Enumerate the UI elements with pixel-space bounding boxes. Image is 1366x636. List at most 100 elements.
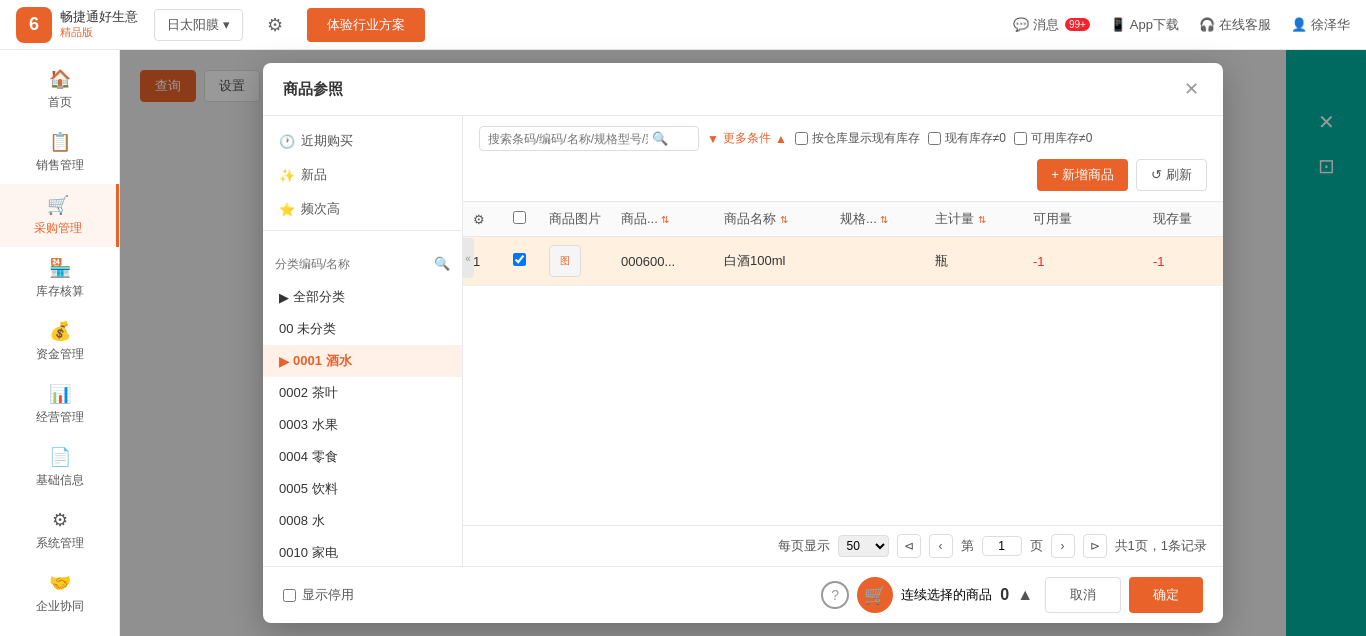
sidebar-item-operations[interactable]: 📊 经营管理 [0, 373, 119, 436]
filter-collapse-icon: ▲ [775, 132, 787, 146]
select-all-checkbox[interactable] [513, 211, 526, 224]
collapse-left-panel-button[interactable]: « [462, 238, 474, 278]
category-liquor[interactable]: ▶ 0001 酒水 [263, 345, 462, 377]
sidebar-item-home[interactable]: 🏠 首页 [0, 58, 119, 121]
logo-text: 畅捷通好生意 精品版 [60, 9, 138, 41]
th-config[interactable]: ⚙ [463, 202, 503, 237]
category-search-icon[interactable]: 🔍 [434, 256, 450, 271]
category-search-input[interactable] [275, 257, 430, 271]
confirm-button[interactable]: 确定 [1129, 577, 1203, 613]
th-name[interactable]: 商品名称 ⇅ [714, 202, 830, 237]
td-row-checkbox[interactable] [503, 237, 539, 286]
sidebar-item-basic-info[interactable]: 📄 基础信息 [0, 436, 119, 499]
th-unit[interactable]: 主计量 ⇅ [925, 202, 1023, 237]
th-code[interactable]: 商品... ⇅ [611, 202, 714, 237]
category-fruit[interactable]: 0003 水果 [263, 409, 462, 441]
sidebar-label-purchase: 采购管理 [34, 220, 82, 237]
operations-icon: 📊 [49, 383, 71, 405]
sort-icon-code: ⇅ [661, 214, 669, 225]
show-disabled-checkbox[interactable] [283, 589, 296, 602]
pagination: 每页显示 50 10 20 100 ⊲ ‹ 第 页 › ⊳ [463, 525, 1223, 566]
category-liquor-label: 0001 酒水 [293, 352, 352, 370]
org-selector[interactable]: 日太阳膜 ▾ [154, 9, 243, 41]
checkbox-current-stock-input[interactable] [928, 132, 941, 145]
page-size-select[interactable]: 50 10 20 100 [838, 535, 889, 557]
cancel-button[interactable]: 取消 [1045, 577, 1121, 613]
sidebar-item-inventory[interactable]: 🏪 库存核算 [0, 247, 119, 310]
checkbox-warehouse-stock[interactable]: 按仓库显示现有库存 [795, 130, 920, 147]
category-snacks[interactable]: 0004 零食 [263, 441, 462, 473]
prev-page-button[interactable]: ‹ [929, 534, 953, 558]
th-checkbox[interactable] [503, 202, 539, 237]
td-unit: 瓶 [925, 237, 1023, 286]
category-appliances-label: 0010 家电 [279, 544, 338, 558]
product-table: ⚙ 商品图片 商品... ⇅ 商品名称 ⇅ [463, 202, 1223, 286]
category-tea[interactable]: 0002 茶叶 [263, 377, 462, 409]
row-checkbox[interactable] [513, 253, 526, 266]
message-nav-item[interactable]: 💬 消息 99+ [1013, 16, 1090, 34]
product-modal: 商品参照 ✕ 🕐 近期购买 ✨ 新品 [263, 63, 1223, 623]
category-drinks[interactable]: 0005 饮料 [263, 473, 462, 505]
category-water[interactable]: 0008 水 [263, 505, 462, 537]
category-uncategorized-label: 00 未分类 [279, 320, 336, 338]
checkbox-warehouse-stock-input[interactable] [795, 132, 808, 145]
sidebar-item-system[interactable]: ⚙ 系统管理 [0, 499, 119, 562]
th-code-label: 商品... [621, 211, 658, 226]
sidebar: 🏠 首页 📋 销售管理 🛒 采购管理 🏪 库存核算 💰 资金管理 📊 经营管理 … [0, 50, 120, 636]
category-all-label: 全部分类 [293, 288, 345, 306]
th-spec[interactable]: 规格... ⇅ [830, 202, 925, 237]
trial-button[interactable]: 体验行业方案 [307, 8, 425, 42]
nav-new-products[interactable]: ✨ 新品 [263, 158, 462, 192]
search-icon[interactable]: 🔍 [652, 131, 668, 146]
category-appliances[interactable]: 0010 家电 [263, 537, 462, 558]
new-products-label: 新品 [301, 166, 327, 184]
refresh-button[interactable]: ↺ 刷新 [1136, 159, 1207, 191]
th-image: 商品图片 [539, 202, 611, 237]
last-page-button[interactable]: ⊳ [1083, 534, 1107, 558]
nav-frequent[interactable]: ⭐ 频次高 [263, 192, 462, 226]
user-item[interactable]: 👤 徐泽华 [1291, 16, 1350, 34]
checkbox-current-stock[interactable]: 现有库存≠0 [928, 130, 1006, 147]
sidebar-label-basic-info: 基础信息 [36, 472, 84, 489]
th-name-label: 商品名称 [724, 211, 776, 226]
cart-button[interactable]: 🛒 [857, 577, 893, 613]
sidebar-item-purchase[interactable]: 🛒 采购管理 [0, 184, 119, 247]
checkbox-available-stock-input[interactable] [1014, 132, 1027, 145]
checkbox-current-stock-label: 现有库存≠0 [945, 130, 1006, 147]
category-fruit-label: 0003 水果 [279, 416, 338, 434]
sort-icon-name: ⇅ [780, 214, 788, 225]
app-download-item[interactable]: 📱 App下载 [1110, 16, 1179, 34]
more-filter-button[interactable]: ▼ 更多条件 ▲ [707, 130, 787, 147]
next-page-button[interactable]: › [1051, 534, 1075, 558]
avatar-icon: 👤 [1291, 17, 1307, 32]
td-available: -1 [1023, 237, 1143, 286]
nav-recent-purchase[interactable]: 🕐 近期购买 [263, 124, 462, 158]
help-button[interactable]: ? [821, 581, 849, 609]
inventory-icon: 🏪 [49, 257, 71, 279]
checkbox-available-stock[interactable]: 可用库存≠0 [1014, 130, 1092, 147]
th-unit-label: 主计量 [935, 211, 974, 226]
sidebar-item-guide[interactable]: 📖 新手引导 [0, 625, 119, 636]
settings-icon[interactable]: ⚙ [259, 9, 291, 41]
org-label: 日太阳膜 [167, 16, 219, 34]
product-search-input[interactable] [488, 132, 648, 146]
category-uncategorized[interactable]: 00 未分类 [263, 313, 462, 345]
cart-collapse-icon[interactable]: ▲ [1017, 586, 1033, 604]
modal-close-button[interactable]: ✕ [1179, 77, 1203, 101]
first-page-button[interactable]: ⊲ [897, 534, 921, 558]
sidebar-label-operations: 经营管理 [36, 409, 84, 426]
category-all[interactable]: ▶ 全部分类 [263, 281, 462, 313]
category-snacks-label: 0004 零食 [279, 448, 338, 466]
sidebar-item-sales[interactable]: 📋 销售管理 [0, 121, 119, 184]
td-code: 000600... [611, 237, 714, 286]
online-service-item[interactable]: 🎧 在线客服 [1199, 16, 1271, 34]
table-row[interactable]: 1 图 000600... 白酒100ml 瓶 -1 [463, 237, 1223, 286]
main-layout: 🏠 首页 📋 销售管理 🛒 采购管理 🏪 库存核算 💰 资金管理 📊 经营管理 … [0, 50, 1366, 636]
modal-toolbar: 🔍 ▼ 更多条件 ▲ 按仓库显示现有库存 [463, 116, 1223, 202]
add-product-button[interactable]: + 新增商品 [1037, 159, 1128, 191]
logo-area: 6 畅捷通好生意 精品版 [16, 7, 138, 43]
page-number-input[interactable] [982, 536, 1022, 556]
sidebar-item-finance[interactable]: 💰 资金管理 [0, 310, 119, 373]
frequent-label: 频次高 [301, 200, 340, 218]
sidebar-item-enterprise[interactable]: 🤝 企业协同 [0, 562, 119, 625]
